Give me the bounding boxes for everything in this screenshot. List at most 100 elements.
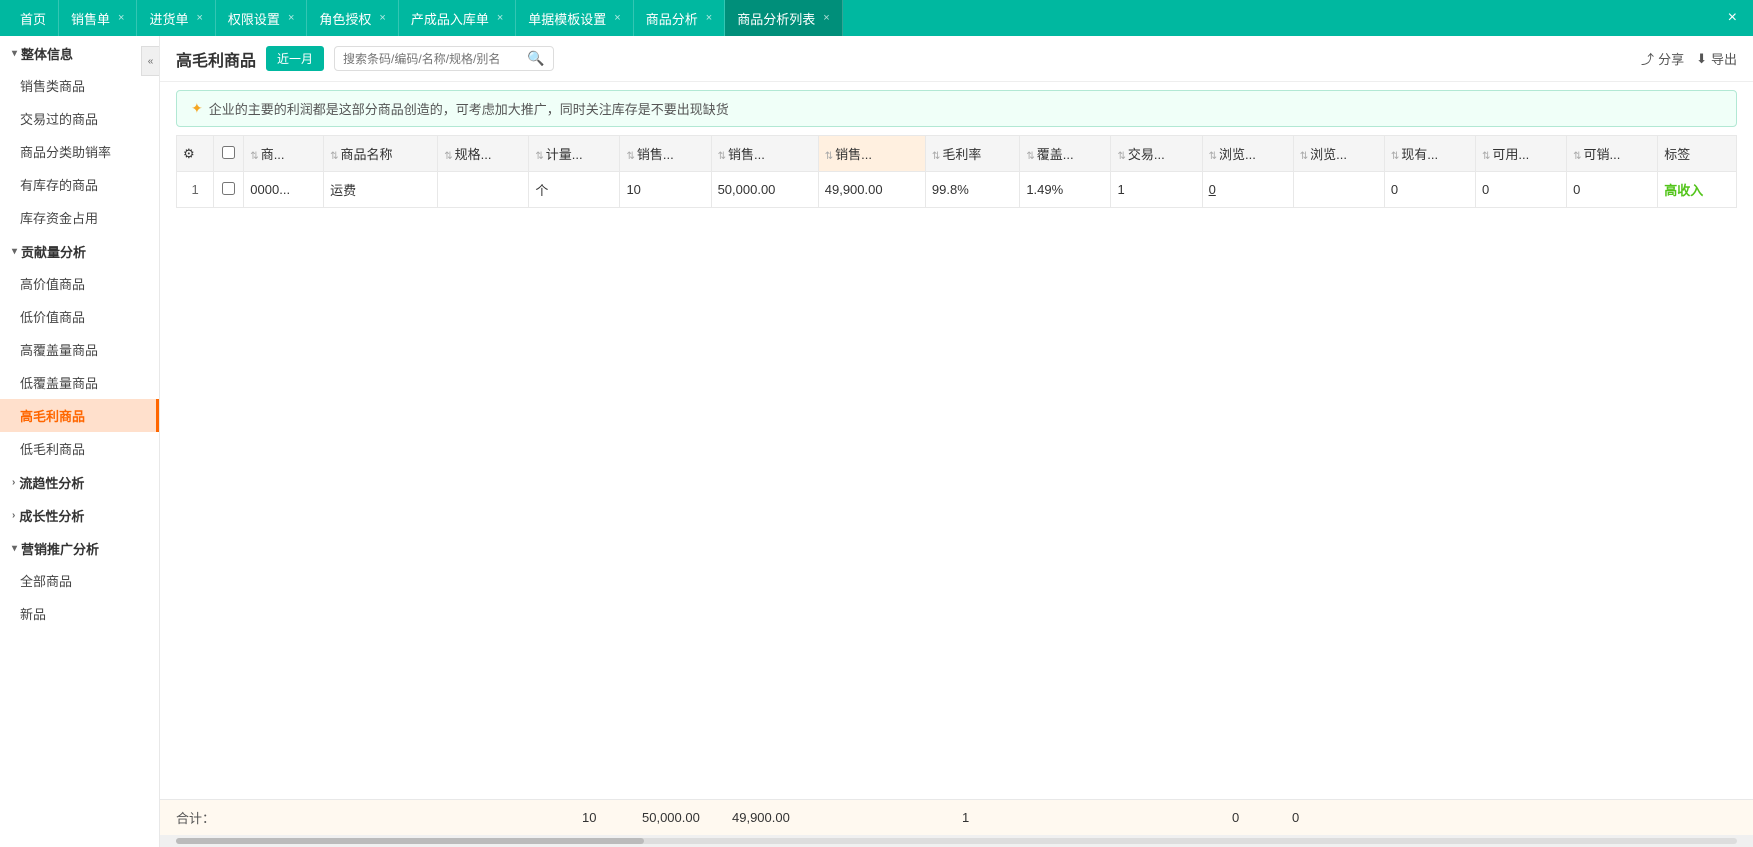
col-code[interactable]: ⇅商...: [244, 136, 324, 172]
select-all-checkbox[interactable]: [222, 146, 235, 159]
table-header-row: ⚙ ⇅商... ⇅商品名称 ⇅规格... ⇅计量... ⇅销售... ⇅销售..…: [177, 136, 1737, 172]
sidebar-item-sales-goods[interactable]: 销售类商品: [0, 69, 159, 102]
col-tag[interactable]: 标签: [1658, 136, 1737, 172]
sort-icon: ⇅: [250, 151, 258, 162]
close-analysis-list-tab[interactable]: ×: [823, 12, 829, 24]
sidebar-collapse-button[interactable]: «: [141, 46, 159, 76]
sidebar-item-new-goods[interactable]: 新品: [0, 597, 159, 630]
scrollbar-thumb[interactable]: [176, 838, 644, 844]
close-all-button[interactable]: ×: [1720, 9, 1745, 27]
table-row: 1 0000... 运费 个 10 50,000.00 49,900.00 99…: [177, 172, 1737, 208]
sort-icon: ⇅: [1573, 151, 1581, 162]
nav-tab-purchase[interactable]: 进货单 ×: [137, 0, 215, 36]
col-coverage[interactable]: ⇅覆盖...: [1020, 136, 1111, 172]
close-template-tab[interactable]: ×: [614, 12, 620, 24]
sort-icon: ⇅: [626, 151, 634, 162]
close-analysis-tab[interactable]: ×: [706, 12, 712, 24]
sidebar-group-contribution[interactable]: ▾ 贡献量分析: [0, 234, 159, 267]
sidebar-group-trend[interactable]: › 流趋性分析: [0, 465, 159, 498]
bottom-scrollbar[interactable]: [160, 835, 1753, 847]
sort-icon: ⇅: [1117, 151, 1125, 162]
col-margin[interactable]: ⇅毛利率: [925, 136, 1019, 172]
row-checkbox[interactable]: [222, 182, 235, 195]
close-sales-tab[interactable]: ×: [118, 12, 124, 24]
col-sales2[interactable]: ⇅销售...: [711, 136, 818, 172]
sidebar-item-category-assist[interactable]: 商品分类助销率: [0, 135, 159, 168]
col-settings[interactable]: ⚙: [177, 136, 214, 172]
row-spec: [438, 172, 529, 208]
row-sales-amount1: 50,000.00: [711, 172, 818, 208]
col-available[interactable]: ⇅可用...: [1475, 136, 1566, 172]
nav-tab-permissions[interactable]: 权限设置 ×: [216, 0, 307, 36]
close-purchase-tab[interactable]: ×: [196, 12, 202, 24]
scrollbar-track[interactable]: [176, 838, 1737, 844]
sidebar-item-low-coverage[interactable]: 低覆盖量商品: [0, 366, 159, 399]
info-banner: ✦ 企业的主要的利润都是这部分商品创造的，可考虑加大推广，同时关注库存是不要出现…: [176, 90, 1737, 127]
sidebar-item-all-goods[interactable]: 全部商品: [0, 564, 159, 597]
col-unit[interactable]: ⇅计量...: [529, 136, 620, 172]
sort-icon: ⇅: [444, 151, 452, 162]
sidebar-item-traded-goods[interactable]: 交易过的商品: [0, 102, 159, 135]
row-stock: 0: [1384, 172, 1475, 208]
nav-tab-roles[interactable]: 角色授权 ×: [307, 0, 398, 36]
row-browse1[interactable]: 0: [1202, 172, 1293, 208]
close-roles-tab[interactable]: ×: [379, 12, 385, 24]
sidebar-item-low-value[interactable]: 低价值商品: [0, 300, 159, 333]
search-icon[interactable]: 🔍: [527, 50, 544, 67]
col-sales1[interactable]: ⇅销售...: [620, 136, 711, 172]
page-title: 高毛利商品: [176, 47, 256, 71]
sidebar-group-marketing[interactable]: ▾ 营销推广分析: [0, 531, 159, 564]
filter-recent-month-button[interactable]: 近一月: [266, 46, 324, 71]
nav-tab-analysis-list[interactable]: 商品分析列表 ×: [725, 0, 842, 36]
col-sales3[interactable]: ⇅销售...: [818, 136, 925, 172]
nav-tab-sales[interactable]: 销售单 ×: [59, 0, 137, 36]
row-code[interactable]: 0000...: [244, 172, 324, 208]
footer-spacer: [236, 810, 436, 825]
col-checkbox[interactable]: [214, 136, 244, 172]
table-wrapper: ⚙ ⇅商... ⇅商品名称 ⇅规格... ⇅计量... ⇅销售... ⇅销售..…: [160, 135, 1753, 799]
col-transaction[interactable]: ⇅交易...: [1111, 136, 1202, 172]
row-checkbox-cell[interactable]: [214, 172, 244, 208]
search-input[interactable]: [343, 52, 523, 66]
footer-spacer8: [1156, 810, 1226, 825]
info-icon: ✦: [191, 100, 203, 117]
col-browse1[interactable]: ⇅浏览...: [1202, 136, 1293, 172]
sidebar-group-growth[interactable]: › 成长性分析: [0, 498, 159, 531]
footer-spacer3: [506, 810, 576, 825]
sidebar-item-in-stock[interactable]: 有库存的商品: [0, 168, 159, 201]
nav-tab-home[interactable]: 首页: [8, 0, 59, 36]
footer-spacer6: [1016, 810, 1086, 825]
footer-transaction: 1: [956, 810, 1016, 825]
sort-icon: ⇅: [1482, 151, 1490, 162]
footer-spacer2: [436, 810, 506, 825]
sidebar-group-overview[interactable]: ▾ 整体信息: [0, 36, 159, 69]
close-product-inbound-tab[interactable]: ×: [497, 12, 503, 24]
col-spec[interactable]: ⇅规格...: [438, 136, 529, 172]
footer-saleable: 0: [1286, 810, 1346, 825]
col-stock[interactable]: ⇅现有...: [1384, 136, 1475, 172]
sidebar-item-high-margin[interactable]: 高毛利商品: [0, 399, 159, 432]
share-button[interactable]: ⤴ 分享: [1641, 49, 1684, 68]
sidebar-item-high-value[interactable]: 高价值商品: [0, 267, 159, 300]
share-icon: ⤴: [1641, 49, 1654, 68]
export-button[interactable]: ⬇ 导出: [1696, 49, 1737, 68]
content-area: 高毛利商品 近一月 🔍 ⤴ 分享 ⬇ 导出: [160, 36, 1753, 847]
data-table: ⚙ ⇅商... ⇅商品名称 ⇅规格... ⇅计量... ⇅销售... ⇅销售..…: [176, 135, 1737, 208]
sidebar-item-inventory-capital[interactable]: 库存资金占用: [0, 201, 159, 234]
col-name[interactable]: ⇅商品名称: [324, 136, 438, 172]
arrow-marketing-icon: ▾: [12, 543, 17, 554]
nav-tab-analysis[interactable]: 商品分析 ×: [634, 0, 725, 36]
col-browse2[interactable]: ⇅浏览...: [1293, 136, 1384, 172]
footer-cells: 10 50,000.00 49,900.00 1 0 0: [236, 810, 1737, 825]
col-saleable[interactable]: ⇅可销...: [1567, 136, 1658, 172]
header-actions: ⤴ 分享 ⬇ 导出: [1641, 49, 1737, 68]
sidebar-item-high-coverage[interactable]: 高覆盖量商品: [0, 333, 159, 366]
search-box: 🔍: [334, 46, 554, 71]
sort-icon: ⇅: [932, 151, 940, 162]
row-saleable: 0: [1567, 172, 1658, 208]
row-transaction: 1: [1111, 172, 1202, 208]
close-permissions-tab[interactable]: ×: [288, 12, 294, 24]
sidebar-item-low-margin[interactable]: 低毛利商品: [0, 432, 159, 465]
nav-tab-template[interactable]: 单据模板设置 ×: [516, 0, 633, 36]
nav-tab-product-inbound[interactable]: 产成品入库单 ×: [399, 0, 516, 36]
